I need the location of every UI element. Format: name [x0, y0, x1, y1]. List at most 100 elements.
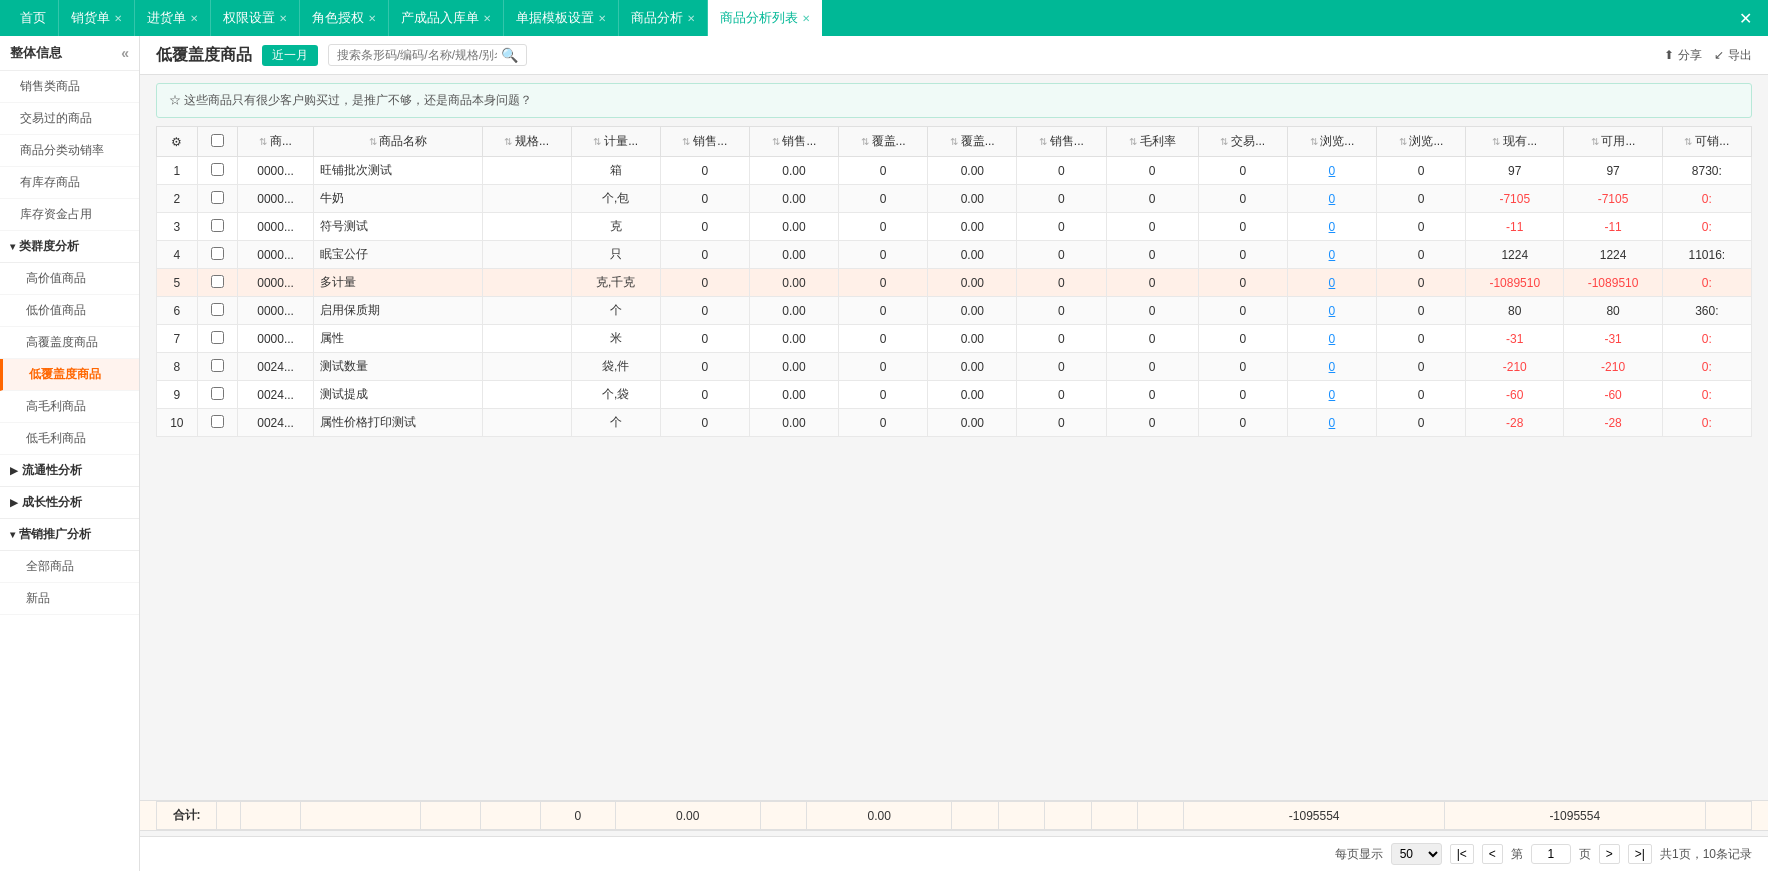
column-coverage2[interactable]: 覆盖...: [928, 127, 1017, 157]
row-select-checkbox[interactable]: [211, 219, 224, 232]
row-checkbox[interactable]: [197, 185, 237, 213]
row-browse1[interactable]: 0: [1287, 157, 1376, 185]
sidebar-item-low-profit[interactable]: 低毛利商品: [0, 423, 139, 455]
column-settings[interactable]: ⚙: [157, 127, 198, 157]
row-browse1[interactable]: 0: [1287, 241, 1376, 269]
select-all-checkbox[interactable]: [211, 134, 224, 147]
sidebar-item-high-coverage[interactable]: 高覆盖度商品: [0, 327, 139, 359]
row-select-checkbox[interactable]: [211, 247, 224, 260]
row-select-checkbox[interactable]: [211, 387, 224, 400]
row-available: -1089510: [1564, 269, 1662, 297]
close-icon[interactable]: ✕: [483, 13, 491, 24]
nav-tab-product-storage[interactable]: 产成品入库单 ✕: [389, 0, 504, 36]
close-icon[interactable]: ✕: [687, 13, 695, 24]
row-browse1[interactable]: 0: [1287, 297, 1376, 325]
row-checkbox[interactable]: [197, 269, 237, 297]
row-sales-amt: 0.00: [749, 409, 838, 437]
search-input[interactable]: [337, 48, 497, 62]
row-cov1: 0: [839, 353, 928, 381]
row-checkbox[interactable]: [197, 381, 237, 409]
column-browse2[interactable]: 浏览...: [1377, 127, 1466, 157]
sidebar-item-traded-goods[interactable]: 交易过的商品: [0, 103, 139, 135]
row-browse1[interactable]: 0: [1287, 353, 1376, 381]
row-checkbox[interactable]: [197, 409, 237, 437]
column-name[interactable]: 商品名称: [314, 127, 482, 157]
row-checkbox[interactable]: [197, 241, 237, 269]
sidebar-item-stock-capital[interactable]: 库存资金占用: [0, 199, 139, 231]
column-sales-amt[interactable]: 销售...: [749, 127, 838, 157]
sidebar-collapse-button[interactable]: «: [121, 45, 129, 61]
gear-icon[interactable]: ⚙: [171, 135, 182, 149]
nav-tab-analysis-list[interactable]: 商品分析列表 ✕: [708, 0, 822, 36]
per-page-select[interactable]: 20 50 100 200: [1391, 843, 1442, 865]
column-unit[interactable]: 计量...: [571, 127, 660, 157]
column-sales-days[interactable]: 销售...: [1017, 127, 1106, 157]
row-browse1[interactable]: 0: [1287, 409, 1376, 437]
row-checkbox[interactable]: [197, 325, 237, 353]
row-select-checkbox[interactable]: [211, 303, 224, 316]
close-icon[interactable]: ✕: [279, 13, 287, 24]
column-sales-qty[interactable]: 销售...: [660, 127, 749, 157]
sidebar-item-new-goods[interactable]: 新品: [0, 583, 139, 615]
nav-tab-home[interactable]: 首页: [8, 0, 59, 36]
close-icon[interactable]: ✕: [114, 13, 122, 24]
row-select-checkbox[interactable]: [211, 163, 224, 176]
next-page-button[interactable]: >: [1599, 844, 1620, 864]
column-code[interactable]: 商...: [237, 127, 314, 157]
row-checkbox[interactable]: [197, 353, 237, 381]
export-button[interactable]: ↙ 导出: [1714, 47, 1752, 64]
row-browse1[interactable]: 0: [1287, 325, 1376, 353]
nav-tab-analysis[interactable]: 商品分析 ✕: [619, 0, 708, 36]
sidebar-item-low-value[interactable]: 低价值商品: [0, 295, 139, 327]
row-trade: 0: [1198, 269, 1287, 297]
row-select-checkbox[interactable]: [211, 415, 224, 428]
sidebar-item-low-coverage[interactable]: 低覆盖度商品: [0, 359, 139, 391]
sidebar-group-marketing[interactable]: ▾ 营销推广分析: [0, 519, 139, 551]
last-page-button[interactable]: >|: [1628, 844, 1652, 864]
row-browse1[interactable]: 0: [1287, 381, 1376, 409]
close-icon[interactable]: ✕: [190, 13, 198, 24]
row-browse1[interactable]: 0: [1287, 185, 1376, 213]
column-current[interactable]: 现有...: [1466, 127, 1564, 157]
sidebar-item-sales-goods[interactable]: 销售类商品: [0, 71, 139, 103]
close-all-button[interactable]: ✕: [1731, 9, 1760, 28]
nav-tab-role[interactable]: 角色授权 ✕: [300, 0, 389, 36]
column-trade[interactable]: 交易...: [1198, 127, 1287, 157]
row-checkbox[interactable]: [197, 157, 237, 185]
row-checkbox[interactable]: [197, 213, 237, 241]
row-browse1[interactable]: 0: [1287, 213, 1376, 241]
prev-page-button[interactable]: <: [1482, 844, 1503, 864]
sidebar-item-high-value[interactable]: 高价值商品: [0, 263, 139, 295]
share-button[interactable]: ⬆ 分享: [1664, 47, 1702, 64]
first-page-button[interactable]: |<: [1450, 844, 1474, 864]
row-select-checkbox[interactable]: [211, 191, 224, 204]
nav-tab-sales[interactable]: 销货单 ✕: [59, 0, 135, 36]
row-checkbox[interactable]: [197, 297, 237, 325]
sidebar-item-stock-goods[interactable]: 有库存商品: [0, 167, 139, 199]
column-sellable[interactable]: 可销...: [1662, 127, 1751, 157]
sidebar-group-growth[interactable]: ▶ 成长性分析: [0, 487, 139, 519]
period-button[interactable]: 近一月: [262, 45, 318, 66]
search-icon[interactable]: 🔍: [501, 47, 518, 63]
page-input[interactable]: [1531, 844, 1571, 864]
column-available[interactable]: 可用...: [1564, 127, 1662, 157]
column-coverage1[interactable]: 覆盖...: [839, 127, 928, 157]
sidebar-item-category-rate[interactable]: 商品分类动销率: [0, 135, 139, 167]
row-select-checkbox[interactable]: [211, 331, 224, 344]
column-gross-rate[interactable]: 毛利率: [1106, 127, 1198, 157]
sidebar-group-flow[interactable]: ▶ 流通性分析: [0, 455, 139, 487]
nav-tab-template[interactable]: 单据模板设置 ✕: [504, 0, 619, 36]
row-browse1[interactable]: 0: [1287, 269, 1376, 297]
sidebar-item-high-profit[interactable]: 高毛利商品: [0, 391, 139, 423]
close-icon[interactable]: ✕: [802, 13, 810, 24]
nav-tab-purchase[interactable]: 进货单 ✕: [135, 0, 211, 36]
column-browse1[interactable]: 浏览...: [1287, 127, 1376, 157]
sidebar-group-cluster[interactable]: ▾ 类群度分析: [0, 231, 139, 263]
close-icon[interactable]: ✕: [368, 13, 376, 24]
close-icon[interactable]: ✕: [598, 13, 606, 24]
row-select-checkbox[interactable]: [211, 359, 224, 372]
nav-tab-permission[interactable]: 权限设置 ✕: [211, 0, 300, 36]
sidebar-item-all-goods[interactable]: 全部商品: [0, 551, 139, 583]
column-spec[interactable]: 规格...: [482, 127, 571, 157]
row-select-checkbox[interactable]: [211, 275, 224, 288]
